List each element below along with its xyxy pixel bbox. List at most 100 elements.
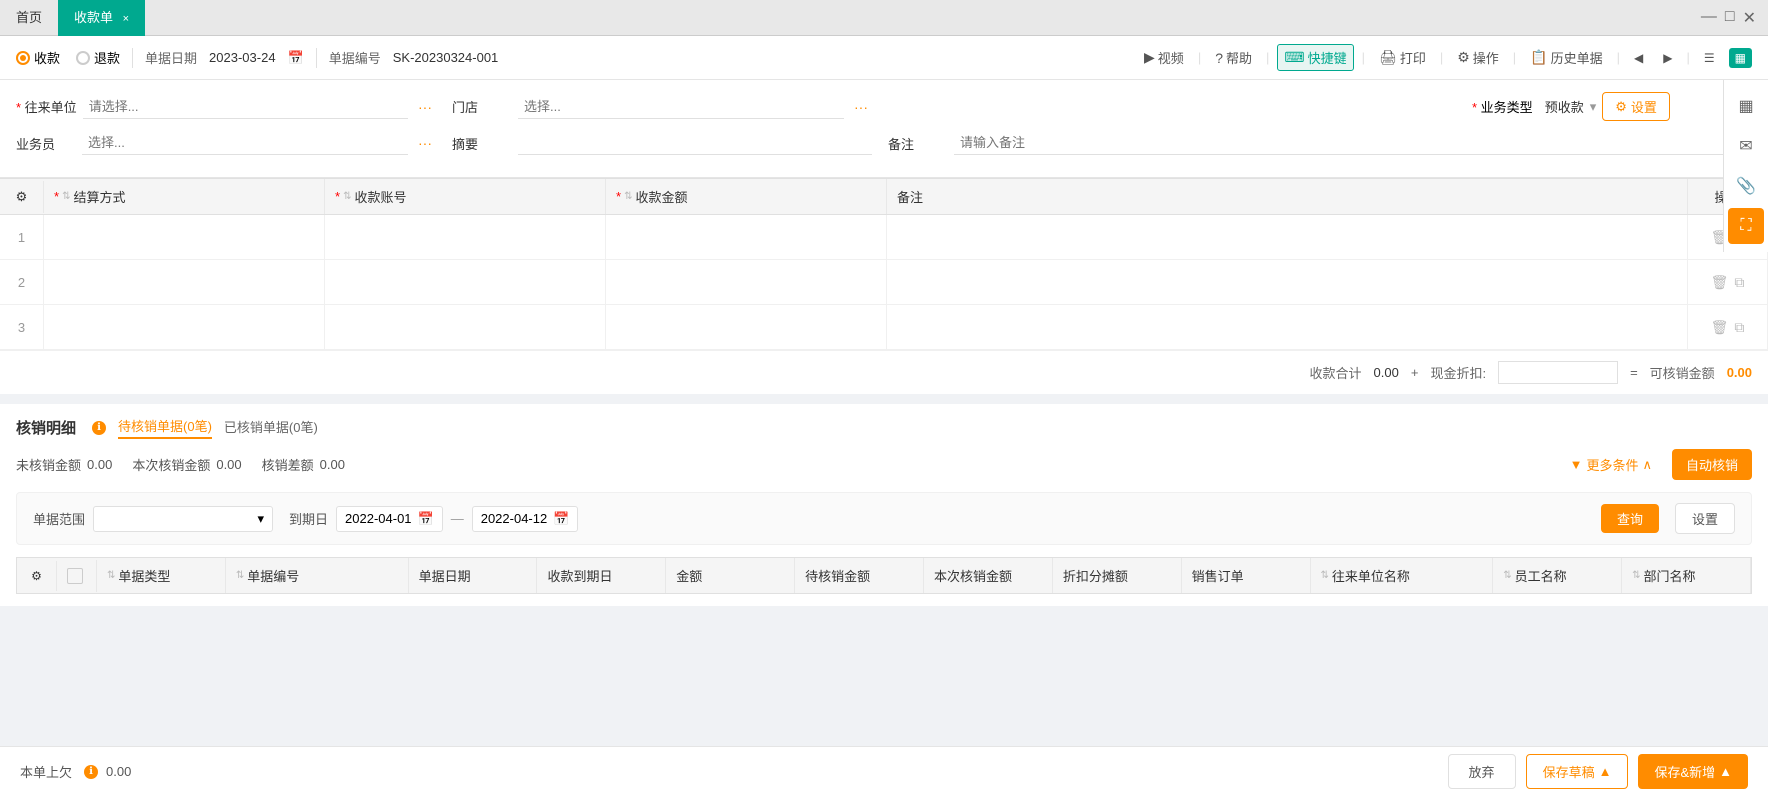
close-icon[interactable]: ✕: [1743, 8, 1756, 28]
verify-info-icon[interactable]: ℹ: [92, 421, 106, 435]
prev-btn[interactable]: ◀: [1628, 48, 1649, 68]
table-row: 2 🗑 ⧉: [0, 260, 1768, 305]
more-conditions-btn[interactable]: ▼ 更多条件 ∧: [1570, 455, 1652, 474]
dth-checkbox[interactable]: [57, 560, 97, 592]
business-dropdown-icon[interactable]: ▾: [1590, 99, 1597, 115]
sidebar-table-icon[interactable]: ▦: [1728, 88, 1764, 124]
td-row1-amount[interactable]: [606, 215, 887, 259]
td-row2-amount[interactable]: [606, 260, 887, 304]
verify-section: 核销明细 ℹ 待核销单据(0笔) 已核销单据(0笔) 未核销金额 0.00 本次…: [0, 404, 1768, 606]
tab-close-icon[interactable]: ×: [123, 13, 129, 25]
td-row1-settle[interactable]: [44, 215, 325, 259]
bottom-actions: 放弃 保存草稿 ▲ 保存&新增 ▲: [1448, 754, 1748, 789]
td-row3-amount[interactable]: [606, 305, 887, 349]
td-row2-account[interactable]: [325, 260, 606, 304]
video-btn[interactable]: ▶ 视频: [1138, 45, 1190, 70]
td-row1-remark[interactable]: [887, 215, 1688, 259]
date-from-input[interactable]: 2022-04-01 📅: [336, 506, 443, 532]
copy-row3-icon[interactable]: ⧉: [1734, 319, 1744, 336]
next-btn[interactable]: ▶: [1657, 48, 1678, 68]
settings-button[interactable]: ⚙ 设置: [1602, 92, 1670, 121]
filter-icon: ▼: [1570, 457, 1583, 472]
sidebar-expand-icon[interactable]: ⛶: [1728, 208, 1764, 244]
radio-refund[interactable]: 退款: [76, 48, 120, 67]
th-account: * ⇅ 收款账号: [325, 179, 606, 214]
range-arrow-icon: ▾: [257, 511, 264, 527]
store-field: 门店 ···: [452, 95, 872, 119]
form-row-2: 业务员 ··· 摘要 备注: [16, 131, 1752, 155]
receipt-type-radio-group: 收款 退款: [16, 48, 120, 67]
list-view-btn[interactable]: ☰: [1698, 48, 1721, 68]
td-row3-num: 3: [0, 305, 44, 349]
date-from-value: 2022-04-01: [345, 511, 412, 526]
calendar-from-icon: 📅: [418, 511, 434, 527]
td-row2-settle[interactable]: [44, 260, 325, 304]
help-btn[interactable]: ? 帮助: [1209, 45, 1258, 70]
td-row2-remark[interactable]: [887, 260, 1688, 304]
dth-pending: 待核销金额: [795, 558, 924, 593]
delete-row3-icon[interactable]: 🗑: [1711, 319, 1729, 336]
form-area: 往来单位 ··· 门店 ··· 业务类型 预收款 ▾ ⚙ 设置 业务员 ···: [0, 80, 1768, 178]
range-label: 单据范围: [33, 509, 85, 528]
query-btn[interactable]: 查询: [1601, 504, 1659, 533]
tab-receipt[interactable]: 收款单 ×: [58, 0, 145, 36]
summary-input[interactable]: [518, 131, 872, 155]
partner-label: 往来单位: [16, 97, 77, 116]
history-btn[interactable]: 📋 历史单据: [1524, 45, 1608, 70]
discard-button[interactable]: 放弃: [1448, 754, 1516, 789]
date-to-input[interactable]: 2022-04-12 📅: [472, 506, 579, 532]
filter-settings-btn[interactable]: 设置: [1675, 503, 1735, 534]
video-icon: ▶: [1144, 49, 1155, 66]
unchecked-value: 0.00: [87, 457, 112, 472]
td-row3-remark[interactable]: [887, 305, 1688, 349]
unchecked-amount: 未核销金额 0.00: [16, 455, 112, 474]
print-btn[interactable]: 🖨 打印: [1373, 45, 1432, 70]
maximize-icon[interactable]: □: [1725, 8, 1735, 28]
radio-receipt-dot: [16, 51, 30, 65]
dth-settings[interactable]: ⚙: [17, 561, 57, 591]
minimize-icon[interactable]: —: [1701, 8, 1717, 28]
auto-verify-btn[interactable]: 自动核销: [1672, 449, 1752, 480]
save-draft-button[interactable]: 保存草稿 ▲: [1526, 754, 1629, 789]
operation-btn[interactable]: ⚙ 操作: [1451, 45, 1505, 70]
settings-gear-icon: ⚙: [16, 189, 28, 205]
shortcut-btn[interactable]: ⌨ 快捷键: [1277, 44, 1353, 71]
note-input[interactable]: [954, 131, 1752, 155]
card-view-btn[interactable]: ▦: [1729, 48, 1752, 68]
tab-home[interactable]: 首页: [0, 0, 58, 36]
staff-input[interactable]: [82, 131, 408, 155]
copy-row2-icon[interactable]: ⧉: [1734, 274, 1744, 291]
pending-tab[interactable]: 待核销单据(0笔): [118, 416, 212, 439]
done-tab[interactable]: 已核销单据(0笔): [224, 417, 318, 438]
staff-more-btn[interactable]: ···: [414, 135, 436, 151]
dth-duedate: 收款到期日: [537, 558, 666, 593]
select-all-checkbox[interactable]: [67, 568, 83, 584]
equals-sign: =: [1630, 365, 1638, 380]
store-label: 门店: [452, 97, 512, 116]
store-more-btn[interactable]: ···: [850, 99, 872, 115]
td-row3-account[interactable]: [325, 305, 606, 349]
operation-icon: ⚙: [1457, 49, 1470, 66]
dth-discount: 折扣分摊额: [1053, 558, 1182, 593]
store-input[interactable]: [518, 95, 844, 119]
delete-row2-icon[interactable]: 🗑: [1711, 274, 1729, 291]
discount-label: 现金折扣:: [1430, 363, 1486, 382]
date-value[interactable]: 2023-03-24: [209, 50, 276, 65]
calendar-icon[interactable]: 📅: [288, 50, 304, 66]
partner-input[interactable]: [83, 95, 408, 119]
discount-input[interactable]: [1498, 361, 1618, 384]
radio-receipt[interactable]: 收款: [16, 48, 60, 67]
date-separator: —: [451, 511, 464, 526]
bottom-info-icon[interactable]: ℹ: [84, 765, 98, 779]
sidebar-clip-icon[interactable]: 📎: [1728, 168, 1764, 204]
detail-table-header: ⚙ ⇅ 单据类型 ⇅ 单据编号 单据日期 收款到期日 金额 待核销金额 本次核销…: [16, 557, 1752, 594]
sidebar-email-icon[interactable]: ✉: [1728, 128, 1764, 164]
td-row3-settle[interactable]: [44, 305, 325, 349]
no-value: SK-20230324-001: [393, 50, 499, 65]
td-row1-account[interactable]: [325, 215, 606, 259]
save-new-button[interactable]: 保存&新增 ▲: [1638, 754, 1748, 789]
range-dropdown[interactable]: ▾: [93, 506, 273, 532]
history-icon: 📋: [1530, 49, 1547, 66]
th-settings[interactable]: ⚙: [0, 181, 44, 213]
partner-more-btn[interactable]: ···: [414, 99, 436, 115]
